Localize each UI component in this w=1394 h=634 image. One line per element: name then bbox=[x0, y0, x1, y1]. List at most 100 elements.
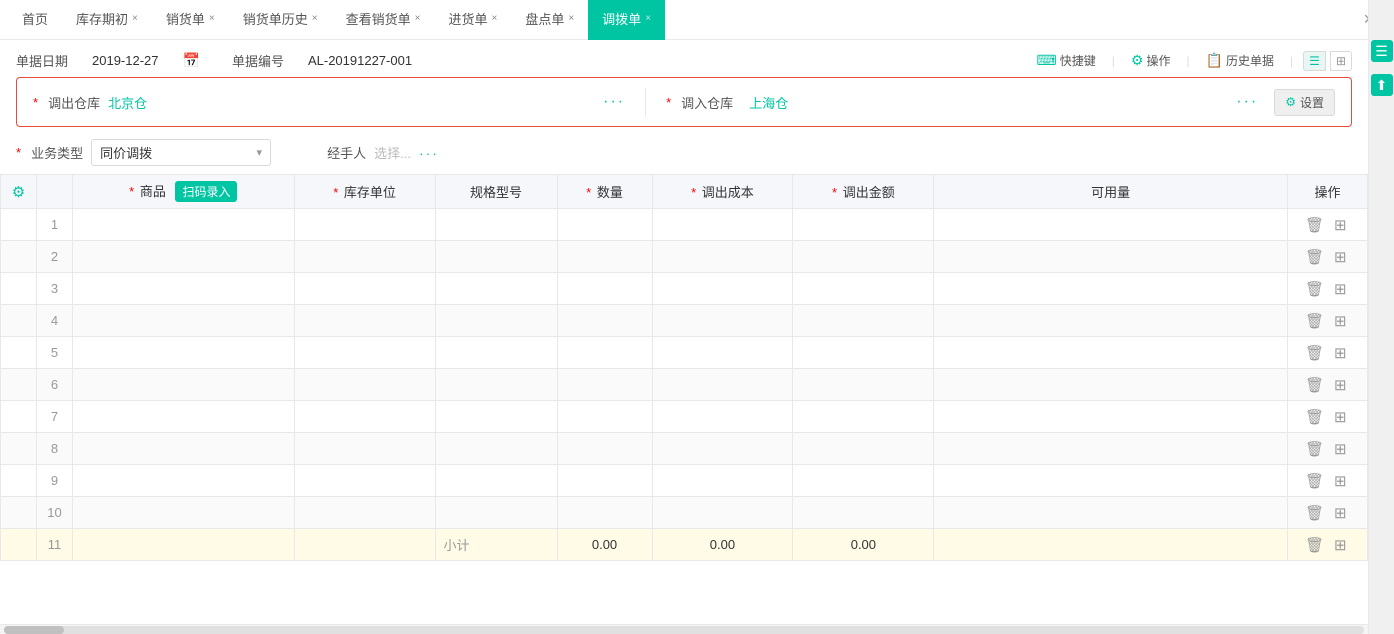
row-unit-cell[interactable] bbox=[294, 433, 435, 465]
tab-inventory-init-close[interactable]: × bbox=[132, 13, 138, 24]
col-gear[interactable]: ⚙ bbox=[1, 175, 37, 209]
tab-inventory-init[interactable]: 库存期初 × bbox=[62, 0, 152, 40]
row-cost-cell[interactable] bbox=[652, 401, 793, 433]
tab-inventory-count-close[interactable]: × bbox=[568, 13, 574, 24]
row-product-cell[interactable] bbox=[73, 433, 295, 465]
row-unit-cell[interactable] bbox=[294, 305, 435, 337]
tab-transfer[interactable]: 调拨单 × bbox=[588, 0, 665, 40]
handler-more-button[interactable]: ··· bbox=[419, 145, 439, 161]
tab-view-sales-close[interactable]: × bbox=[415, 13, 421, 24]
row-unit-cell[interactable] bbox=[294, 337, 435, 369]
out-warehouse-value[interactable]: 北京仓 bbox=[108, 93, 147, 112]
scan-entry-button[interactable]: 扫码录入 bbox=[175, 181, 237, 202]
delete-icon[interactable]: 🗑 bbox=[1304, 214, 1326, 236]
tab-purchase[interactable]: 进货单 × bbox=[434, 0, 511, 40]
row-amount-cell[interactable] bbox=[793, 209, 934, 241]
out-warehouse-more-button[interactable]: ··· bbox=[603, 93, 625, 111]
copy-icon[interactable]: ⊞ bbox=[1329, 502, 1351, 524]
row-amount-cell[interactable] bbox=[793, 433, 934, 465]
biz-type-select[interactable]: 同价调拨 ▾ bbox=[91, 139, 271, 166]
delete-icon[interactable]: 🗑 bbox=[1304, 534, 1326, 556]
copy-icon[interactable]: ⊞ bbox=[1329, 278, 1351, 300]
in-warehouse-value[interactable]: 上海仓 bbox=[749, 93, 788, 112]
date-picker-icon[interactable]: 📅 bbox=[183, 52, 200, 69]
tab-sales-order-close[interactable]: × bbox=[209, 13, 215, 24]
row-amount-cell[interactable] bbox=[793, 241, 934, 273]
table-gear-icon[interactable]: ⚙ bbox=[12, 184, 25, 201]
row-qty-cell[interactable] bbox=[557, 433, 652, 465]
row-cost-cell[interactable] bbox=[652, 305, 793, 337]
tab-purchase-close[interactable]: × bbox=[491, 13, 497, 24]
row-unit-cell[interactable] bbox=[294, 273, 435, 305]
copy-icon[interactable]: ⊞ bbox=[1329, 246, 1351, 268]
row-product-cell[interactable] bbox=[73, 337, 295, 369]
row-spec-cell[interactable] bbox=[435, 241, 557, 273]
row-unit-cell[interactable] bbox=[294, 209, 435, 241]
row-cost-cell[interactable] bbox=[652, 497, 793, 529]
copy-icon[interactable]: ⊞ bbox=[1329, 214, 1351, 236]
scrollbar-area[interactable] bbox=[0, 624, 1368, 634]
row-product-cell[interactable] bbox=[73, 209, 295, 241]
row-spec-cell[interactable] bbox=[435, 401, 557, 433]
row-spec-cell[interactable] bbox=[435, 433, 557, 465]
delete-icon[interactable]: 🗑 bbox=[1304, 470, 1326, 492]
delete-icon[interactable]: 🗑 bbox=[1304, 278, 1326, 300]
row-amount-cell[interactable] bbox=[793, 273, 934, 305]
row-product-cell[interactable] bbox=[73, 465, 295, 497]
tab-sales-history[interactable]: 销货单历史 × bbox=[229, 0, 332, 40]
tab-inventory-count[interactable]: 盘点单 × bbox=[511, 0, 588, 40]
delete-icon[interactable]: 🗑 bbox=[1304, 374, 1326, 396]
sidebar-expand-icon[interactable]: ⬆ bbox=[1371, 74, 1393, 96]
tab-transfer-close[interactable]: × bbox=[645, 13, 651, 24]
row-qty-cell[interactable] bbox=[557, 369, 652, 401]
row-qty-cell[interactable] bbox=[557, 465, 652, 497]
row-qty-cell[interactable] bbox=[557, 337, 652, 369]
row-unit-cell[interactable] bbox=[294, 465, 435, 497]
row-product-cell[interactable] bbox=[73, 305, 295, 337]
sidebar-list-icon[interactable]: ☰ bbox=[1371, 40, 1393, 62]
row-qty-cell[interactable] bbox=[557, 305, 652, 337]
row-qty-cell[interactable] bbox=[557, 497, 652, 529]
row-product-cell[interactable] bbox=[73, 497, 295, 529]
row-qty-cell[interactable] bbox=[557, 401, 652, 433]
copy-icon[interactable]: ⊞ bbox=[1329, 406, 1351, 428]
copy-icon[interactable]: ⊞ bbox=[1329, 374, 1351, 396]
list-view-button[interactable]: ☰ bbox=[1303, 51, 1326, 71]
row-unit-cell[interactable] bbox=[294, 241, 435, 273]
row-spec-cell[interactable] bbox=[435, 209, 557, 241]
copy-icon[interactable]: ⊞ bbox=[1329, 310, 1351, 332]
tab-sales-order[interactable]: 销货单 × bbox=[152, 0, 229, 40]
delete-icon[interactable]: 🗑 bbox=[1304, 246, 1326, 268]
delete-icon[interactable]: 🗑 bbox=[1304, 310, 1326, 332]
row-amount-cell[interactable] bbox=[793, 465, 934, 497]
copy-icon[interactable]: ⊞ bbox=[1329, 438, 1351, 460]
scrollbar-thumb[interactable] bbox=[4, 626, 64, 634]
row-cost-cell[interactable] bbox=[652, 337, 793, 369]
row-amount-cell[interactable] bbox=[793, 305, 934, 337]
row-product-cell[interactable] bbox=[73, 401, 295, 433]
delete-icon[interactable]: 🗑 bbox=[1304, 502, 1326, 524]
row-spec-cell[interactable] bbox=[435, 369, 557, 401]
operation-button[interactable]: ⚙ 操作 bbox=[1125, 50, 1177, 71]
row-qty-cell[interactable] bbox=[557, 273, 652, 305]
row-spec-cell[interactable] bbox=[435, 305, 557, 337]
row-cost-cell[interactable] bbox=[652, 209, 793, 241]
row-cost-cell[interactable] bbox=[652, 241, 793, 273]
settings-button[interactable]: ⚙ 设置 bbox=[1274, 89, 1335, 116]
row-qty-cell[interactable] bbox=[557, 241, 652, 273]
row-spec-cell[interactable] bbox=[435, 465, 557, 497]
grid-view-button[interactable]: ⊞ bbox=[1330, 51, 1352, 71]
row-product-cell[interactable] bbox=[73, 369, 295, 401]
row-amount-cell[interactable] bbox=[793, 401, 934, 433]
row-product-cell[interactable] bbox=[73, 273, 295, 305]
history-button[interactable]: 📋 历史单据 bbox=[1200, 50, 1280, 71]
row-spec-cell[interactable] bbox=[435, 337, 557, 369]
tab-sales-history-close[interactable]: × bbox=[312, 13, 318, 24]
copy-icon[interactable]: ⊞ bbox=[1329, 534, 1351, 556]
copy-icon[interactable]: ⊞ bbox=[1329, 470, 1351, 492]
row-amount-cell[interactable] bbox=[793, 369, 934, 401]
row-unit-cell[interactable] bbox=[294, 401, 435, 433]
handler-placeholder[interactable]: 选择... bbox=[374, 143, 411, 162]
row-cost-cell[interactable] bbox=[652, 465, 793, 497]
row-cost-cell[interactable] bbox=[652, 433, 793, 465]
